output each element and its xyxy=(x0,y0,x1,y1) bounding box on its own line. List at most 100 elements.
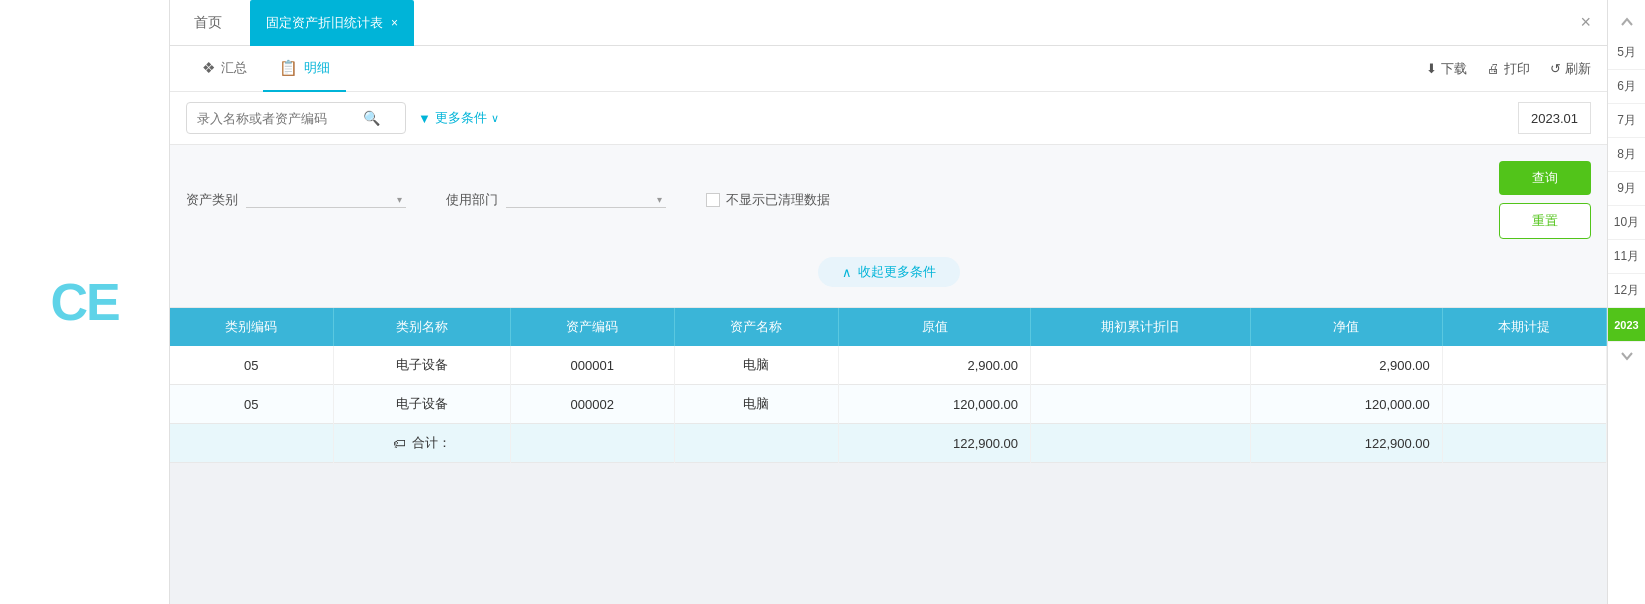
row1-category-name: 电子设备 xyxy=(333,346,510,385)
tab-detail-label: 明细 xyxy=(304,59,330,77)
row2-asset-name: 电脑 xyxy=(674,385,838,424)
tab-title: 固定资产折旧统计表 xyxy=(266,14,383,32)
total-label-text: 合计： xyxy=(412,434,451,452)
collapse-bar: ∧ 收起更多条件 xyxy=(186,249,1591,299)
tab-summary[interactable]: ❖ 汇总 xyxy=(186,46,263,92)
total-acc-depreciation xyxy=(1031,424,1251,463)
row1-category-code: 05 xyxy=(170,346,333,385)
tab-detail[interactable]: 📋 明细 xyxy=(263,46,346,92)
refresh-label: 刷新 xyxy=(1565,60,1591,78)
hide-cleared-label: 不显示已清理数据 xyxy=(726,191,830,209)
department-select[interactable]: ▾ xyxy=(506,192,666,208)
row2-category-code: 05 xyxy=(170,385,333,424)
table-row[interactable]: 05 电子设备 000001 电脑 2,900.00 2,900.00 xyxy=(170,346,1607,385)
hide-cleared-filter: 不显示已清理数据 xyxy=(706,191,830,209)
download-label: 下载 xyxy=(1441,60,1467,78)
total-col-name: 🏷 合计： xyxy=(333,424,510,463)
sidebar-year-badge[interactable]: 2023 xyxy=(1608,308,1646,342)
col-asset-name: 资产名称 xyxy=(674,308,838,346)
row2-net-value: 120,000.00 xyxy=(1250,385,1442,424)
sidebar-nav-down[interactable] xyxy=(1608,342,1646,370)
sidebar-month-6[interactable]: 6月 xyxy=(1608,70,1646,104)
asset-category-arrow-icon: ▾ xyxy=(397,194,402,205)
total-current-depreciation xyxy=(1442,424,1606,463)
logo-area: CE xyxy=(0,0,170,604)
main-content: 首页 固定资产折旧统计表 × × ❖ 汇总 📋 明细 ⬇ 下载 🖨 打印 xyxy=(170,0,1607,604)
sidebar-month-8[interactable]: 8月 xyxy=(1608,138,1646,172)
more-conditions-btn[interactable]: ▼ 更多条件 ∨ xyxy=(418,109,499,127)
col-category-code: 类别编码 xyxy=(170,308,333,346)
toolbar: ❖ 汇总 📋 明细 ⬇ 下载 🖨 打印 ↺ 刷新 xyxy=(170,46,1607,92)
asset-category-label: 资产类别 xyxy=(186,191,238,209)
top-nav: 首页 固定资产折旧统计表 × × xyxy=(170,0,1607,46)
table-row[interactable]: 05 电子设备 000002 电脑 120,000.00 120,000.00 xyxy=(170,385,1607,424)
close-tab-icon[interactable]: × xyxy=(391,16,398,30)
filter-btns: 查询 重置 xyxy=(1499,161,1591,239)
query-button[interactable]: 查询 xyxy=(1499,161,1591,195)
refresh-icon: ↺ xyxy=(1550,61,1561,76)
window-close-icon[interactable]: × xyxy=(1580,12,1591,33)
department-arrow-icon: ▾ xyxy=(657,194,662,205)
total-net-value: 122,900.00 xyxy=(1250,424,1442,463)
sidebar-month-10[interactable]: 10月 xyxy=(1608,206,1646,240)
sidebar-month-11[interactable]: 11月 xyxy=(1608,240,1646,274)
col-original-value: 原值 xyxy=(838,308,1030,346)
chevron-down-icon: ∨ xyxy=(491,112,499,125)
row1-original-value: 2,900.00 xyxy=(838,346,1030,385)
filter-panel: 资产类别 ▾ 使用部门 ▾ 不显示已清理数据 查询 重置 xyxy=(170,145,1607,308)
asset-category-filter: 资产类别 ▾ xyxy=(186,191,406,209)
nav-home[interactable]: 首页 xyxy=(186,14,230,32)
col-acc-depreciation: 期初累计折旧 xyxy=(1031,308,1251,346)
print-icon: 🖨 xyxy=(1487,61,1500,76)
row1-net-value: 2,900.00 xyxy=(1250,346,1442,385)
sidebar-month-12[interactable]: 12月 xyxy=(1608,274,1646,308)
logo-text: CE xyxy=(50,272,118,332)
active-tab[interactable]: 固定资产折旧统计表 × xyxy=(250,0,414,46)
download-icon: ⬇ xyxy=(1426,61,1437,76)
col-net-value: 净值 xyxy=(1250,308,1442,346)
detail-icon: 📋 xyxy=(279,59,298,77)
date-indicator: 2023.01 xyxy=(1518,102,1591,134)
search-input[interactable] xyxy=(197,111,357,126)
table-wrap: 类别编码 类别名称 资产编码 资产名称 原值 期初累计折旧 净值 本期计提 05… xyxy=(170,308,1607,604)
row1-asset-code: 000001 xyxy=(510,346,674,385)
table-header-row: 类别编码 类别名称 资产编码 资产名称 原值 期初累计折旧 净值 本期计提 xyxy=(170,308,1607,346)
collapse-button[interactable]: ∧ 收起更多条件 xyxy=(818,257,960,287)
collapse-icon: ∧ xyxy=(842,265,852,280)
print-label: 打印 xyxy=(1504,60,1530,78)
search-icon[interactable]: 🔍 xyxy=(363,110,380,126)
asset-category-select[interactable]: ▾ xyxy=(246,192,406,208)
more-conditions-label: 更多条件 xyxy=(435,109,487,127)
col-category-name: 类别名称 xyxy=(333,308,510,346)
total-col-code xyxy=(170,424,333,463)
row2-asset-code: 000002 xyxy=(510,385,674,424)
sidebar-nav-up[interactable] xyxy=(1608,8,1646,36)
total-col-asset-code xyxy=(510,424,674,463)
row1-current-depreciation xyxy=(1442,346,1606,385)
sidebar-month-9[interactable]: 9月 xyxy=(1608,172,1646,206)
filter-icon: ▼ xyxy=(418,111,431,126)
row2-acc-depreciation xyxy=(1031,385,1251,424)
total-col-asset-name xyxy=(674,424,838,463)
department-filter: 使用部门 ▾ xyxy=(446,191,666,209)
right-sidebar: 5月 6月 7月 8月 9月 10月 11月 12月 2023 xyxy=(1607,0,1645,604)
sidebar-month-5[interactable]: 5月 xyxy=(1608,36,1646,70)
total-original-value: 122,900.00 xyxy=(838,424,1030,463)
search-input-wrap[interactable]: 🔍 xyxy=(186,102,406,134)
row1-acc-depreciation xyxy=(1031,346,1251,385)
reset-button[interactable]: 重置 xyxy=(1499,203,1591,239)
tab-summary-label: 汇总 xyxy=(221,59,247,77)
search-bar: 🔍 ▼ 更多条件 ∨ 2023.01 xyxy=(170,92,1607,145)
download-action[interactable]: ⬇ 下载 xyxy=(1426,60,1467,78)
sidebar-month-7[interactable]: 7月 xyxy=(1608,104,1646,138)
row2-current-depreciation xyxy=(1442,385,1606,424)
hide-cleared-checkbox[interactable] xyxy=(706,193,720,207)
print-action[interactable]: 🖨 打印 xyxy=(1487,60,1530,78)
row2-category-name: 电子设备 xyxy=(333,385,510,424)
col-asset-code: 资产编码 xyxy=(510,308,674,346)
asset-table: 类别编码 类别名称 资产编码 资产名称 原值 期初累计折旧 净值 本期计提 05… xyxy=(170,308,1607,463)
col-current-depreciation: 本期计提 xyxy=(1442,308,1606,346)
row1-asset-name: 电脑 xyxy=(674,346,838,385)
refresh-action[interactable]: ↺ 刷新 xyxy=(1550,60,1591,78)
department-label: 使用部门 xyxy=(446,191,498,209)
